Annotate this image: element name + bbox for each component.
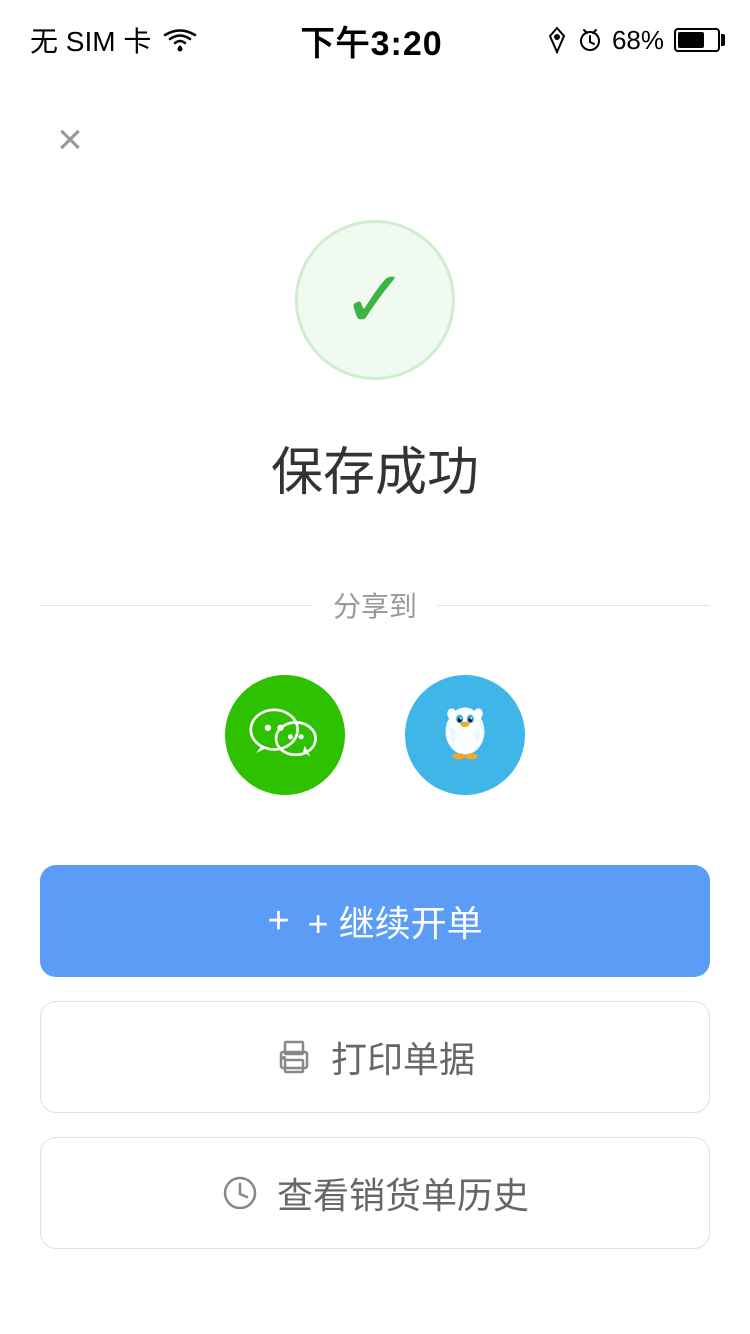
share-line-left bbox=[40, 605, 313, 606]
continue-icon: + bbox=[267, 900, 289, 943]
close-button[interactable]: × bbox=[40, 110, 100, 170]
share-section: 分享到 bbox=[0, 585, 750, 795]
continue-button[interactable]: + + 继续开单 bbox=[40, 865, 710, 977]
check-icon: ✓ bbox=[341, 260, 408, 340]
check-circle: ✓ bbox=[295, 220, 455, 380]
continue-label: + 继续开单 bbox=[308, 895, 483, 947]
wifi-icon bbox=[163, 27, 197, 53]
wechat-share-button[interactable] bbox=[225, 675, 345, 795]
status-time: 下午3:20 bbox=[301, 16, 443, 65]
status-bar: 无 SIM 卡 下午3:20 68% bbox=[0, 0, 750, 80]
print-button[interactable]: 打印单据 bbox=[40, 1001, 710, 1113]
qq-share-button[interactable] bbox=[405, 675, 525, 795]
share-icons-row bbox=[40, 675, 710, 795]
close-area: × bbox=[0, 80, 750, 180]
history-icon bbox=[221, 1174, 259, 1212]
status-carrier: 无 SIM 卡 bbox=[30, 20, 197, 60]
share-label: 分享到 bbox=[333, 585, 417, 625]
printer-icon bbox=[275, 1038, 313, 1076]
share-line-right bbox=[437, 605, 710, 606]
success-section: ✓ 保存成功 bbox=[0, 180, 750, 585]
alarm-icon bbox=[578, 26, 602, 54]
actions-section: + + 继续开单 打印单据 查看销货单历史 bbox=[0, 845, 750, 1269]
qq-icon bbox=[433, 703, 497, 767]
battery-icon bbox=[674, 28, 720, 52]
close-icon: × bbox=[57, 118, 83, 162]
location-icon bbox=[546, 26, 568, 54]
success-title: 保存成功 bbox=[271, 430, 479, 505]
wechat-icon bbox=[249, 699, 321, 771]
history-button[interactable]: 查看销货单历史 bbox=[40, 1137, 710, 1249]
history-label: 查看销货单历史 bbox=[277, 1167, 529, 1219]
battery-percent: 68% bbox=[612, 25, 664, 56]
status-indicators: 68% bbox=[546, 25, 720, 56]
share-divider-row: 分享到 bbox=[40, 585, 710, 625]
carrier-label: 无 SIM 卡 bbox=[30, 20, 151, 60]
print-label: 打印单据 bbox=[331, 1031, 475, 1083]
